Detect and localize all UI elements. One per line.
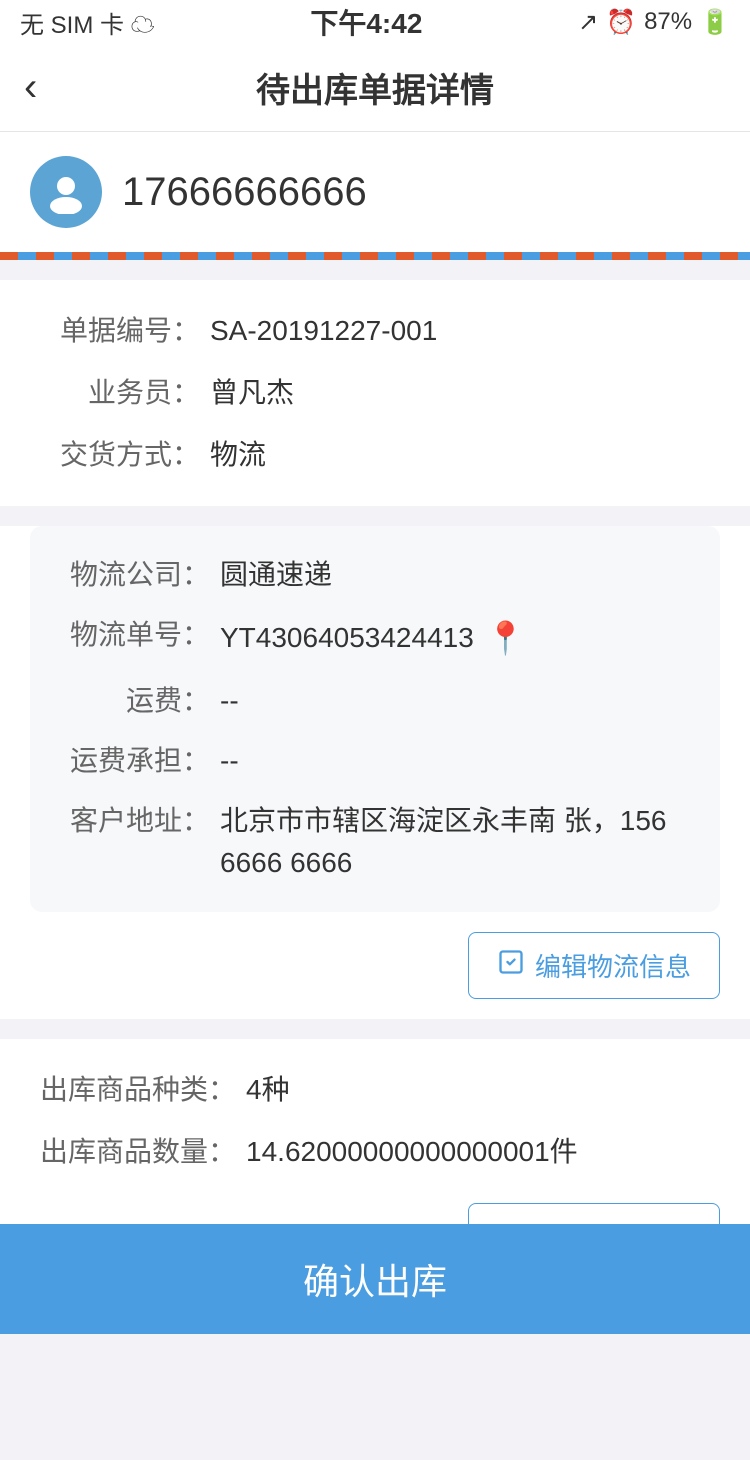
salesman-row: 业务员： 曾凡杰 (40, 372, 710, 414)
nav-bar: ‹ 待出库单据详情 (0, 44, 750, 132)
page-title: 待出库单据详情 (256, 63, 494, 112)
goods-quantity-value: 14.62000000000000001件 (246, 1131, 710, 1173)
gps-icon: ↗ (578, 8, 598, 37)
order-no-label: 单据编号： (40, 310, 210, 352)
logistics-address-value: 北京市市辖区海淀区永丰南 张，156 6666 6666 (220, 800, 690, 884)
section-separator (0, 1019, 750, 1039)
order-no-row: 单据编号： SA-20191227-001 (40, 310, 710, 352)
alarm-icon: ⏰ (606, 8, 636, 37)
back-button[interactable]: ‹ (24, 65, 37, 110)
status-right: ↗ ⏰ 87% 🔋 (578, 8, 730, 37)
edit-logistics-label: 编辑物流信息 (535, 947, 691, 984)
battery-icon: 🔋 (700, 8, 730, 37)
logistics-tracking-label: 物流单号： (60, 614, 220, 656)
salesman-label: 业务员： (40, 372, 210, 414)
logistics-freight-label: 运费： (60, 680, 220, 722)
salesman-value: 曾凡杰 (210, 372, 710, 414)
order-no-value: SA-20191227-001 (210, 310, 710, 352)
logistics-section: 物流公司： 圆通速递 物流单号： YT43064053424413 📍 运费： … (0, 526, 750, 1019)
confirm-bar[interactable]: 确认出库 (0, 1224, 750, 1334)
customer-header: 17666666666 (0, 132, 750, 252)
status-left: 无 SIM 卡 ☁ (20, 5, 155, 40)
dashed-separator (0, 252, 750, 260)
goods-quantity-label: 出库商品数量： (40, 1131, 246, 1173)
edit-logistics-container: 编辑物流信息 (0, 932, 750, 1019)
goods-section: 出库商品种类： 4种 出库商品数量： 14.62000000000000001件 (0, 1039, 750, 1193)
location-icon[interactable]: 📍 (486, 614, 526, 662)
edit-icon (497, 948, 525, 983)
logistics-address-row: 客户地址： 北京市市辖区海淀区永丰南 张，156 6666 6666 (60, 800, 690, 884)
logistics-freight-bearer-row: 运费承担： -- (60, 740, 690, 782)
edit-logistics-button[interactable]: 编辑物流信息 (468, 932, 720, 999)
delivery-row: 交货方式： 物流 (40, 434, 710, 476)
logistics-freight-bearer-label: 运费承担： (60, 740, 220, 782)
logistics-tracking-value: YT43064053424413 📍 (220, 614, 690, 662)
goods-types-label: 出库商品种类： (40, 1069, 246, 1111)
status-time: 下午4:42 (310, 2, 422, 42)
customer-phone: 17666666666 (122, 170, 367, 215)
logistics-address-label: 客户地址： (60, 800, 220, 842)
delivery-label: 交货方式： (40, 434, 210, 476)
logistics-tracking-row: 物流单号： YT43064053424413 📍 (60, 614, 690, 662)
avatar (30, 156, 102, 228)
order-info-section: 单据编号： SA-20191227-001 业务员： 曾凡杰 交货方式： 物流 (0, 280, 750, 506)
battery-status: 87% (644, 8, 692, 36)
goods-types-row: 出库商品种类： 4种 (40, 1069, 710, 1111)
goods-types-value: 4种 (246, 1069, 710, 1111)
logistics-company-label: 物流公司： (60, 554, 220, 596)
status-bar: 无 SIM 卡 ☁ 下午4:42 ↗ ⏰ 87% 🔋 (0, 0, 750, 44)
logistics-company-row: 物流公司： 圆通速递 (60, 554, 690, 596)
logistics-freight-row: 运费： -- (60, 680, 690, 722)
confirm-button-label: 确认出库 (303, 1253, 447, 1305)
logistics-freight-bearer-value: -- (220, 740, 690, 782)
logistics-company-value: 圆通速递 (220, 554, 690, 596)
delivery-value: 物流 (210, 434, 710, 476)
avatar-icon (44, 170, 88, 214)
logistics-freight-value: -- (220, 680, 690, 722)
sim-status: 无 SIM 卡 ☁ (20, 5, 155, 40)
goods-quantity-row: 出库商品数量： 14.62000000000000001件 (40, 1131, 710, 1173)
logistics-card: 物流公司： 圆通速递 物流单号： YT43064053424413 📍 运费： … (30, 526, 720, 912)
